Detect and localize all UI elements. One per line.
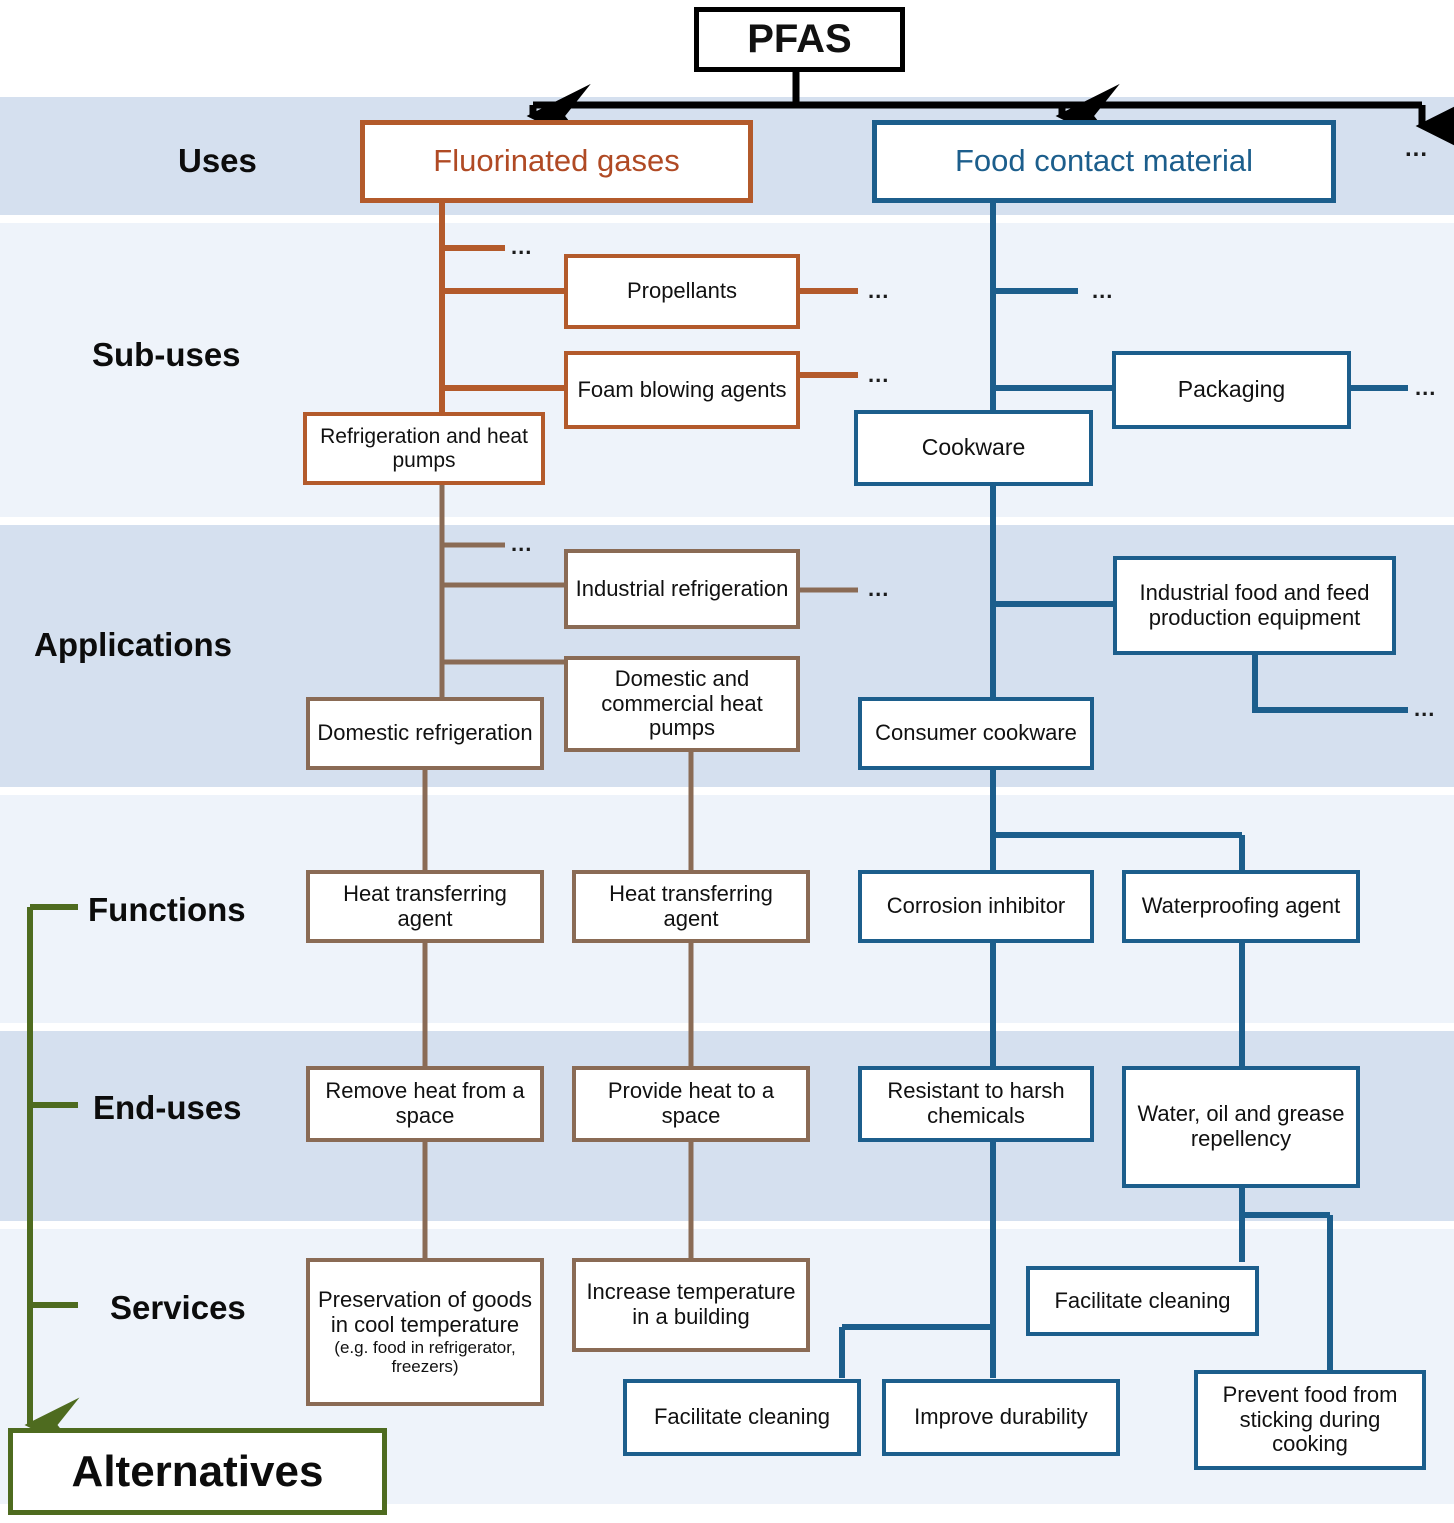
preservation-note-text: (e.g. food in refrigerator, freezers) [334,1337,516,1376]
node-facilitate-cleaning-right[interactable]: Facilitate cleaning [1026,1266,1259,1336]
node-alternatives[interactable]: Alternatives [8,1428,387,1515]
node-propellants[interactable]: Propellants [564,254,800,329]
ellipsis-industrial-refrigeration: ... [868,576,890,601]
node-resistant-to-harsh-chemicals[interactable]: Resistant to harsh chemicals [858,1066,1094,1142]
ellipsis-uses-right: ... [1405,135,1429,162]
node-refrigeration-and-heat-pumps[interactable]: Refrigeration and heat pumps [303,412,545,485]
row-label-uses: Uses [178,142,257,179]
ellipsis-propellants: ... [868,278,890,303]
node-waterproofing-agent[interactable]: Waterproofing agent [1122,870,1360,943]
node-domestic-and-commercial-heat-pumps[interactable]: Domestic and commercial heat pumps [564,656,800,752]
row-label-sub-uses: Sub-uses [92,336,241,373]
pfas-use-tree-diagram: PFAS Uses Fluorinated gases Food contact… [0,0,1454,1523]
node-pfas[interactable]: PFAS [694,7,905,72]
node-foam-blowing-agents[interactable]: Foam blowing agents [564,351,800,429]
node-cookware[interactable]: Cookware [854,410,1093,486]
node-domestic-refrigeration[interactable]: Domestic refrigeration [306,697,544,770]
node-heat-transferring-agent-2[interactable]: Heat transferring agent [572,870,810,943]
ellipsis-apps-gases: ... [511,531,533,556]
row-label-functions: Functions [88,891,246,928]
node-increase-temperature-in-a-building[interactable]: Increase temperature in a building [572,1258,810,1352]
row-label-services: Services [110,1289,246,1326]
node-remove-heat-from-a-space[interactable]: Remove heat from a space [306,1066,544,1142]
node-fluorinated-gases[interactable]: Fluorinated gases [360,120,753,203]
row-label-end-uses: End-uses [93,1089,242,1126]
node-packaging[interactable]: Packaging [1112,351,1351,429]
node-facilitate-cleaning-left[interactable]: Facilitate cleaning [623,1379,861,1456]
preservation-main-text: Preservation of goods in cool temperatur… [317,1287,533,1337]
node-water-oil-and-grease-repellency[interactable]: Water, oil and grease repellency [1122,1066,1360,1188]
ellipsis-packaging: ... [1415,375,1437,400]
ellipsis-foam-blowing: ... [868,362,890,387]
node-industrial-food-and-feed-production-equipment[interactable]: Industrial food and feed production equi… [1113,556,1396,655]
node-food-contact-material[interactable]: Food contact material [872,120,1336,203]
node-industrial-refrigeration[interactable]: Industrial refrigeration [564,549,800,629]
node-provide-heat-to-a-space[interactable]: Provide heat to a space [572,1066,810,1142]
node-heat-transferring-agent-1[interactable]: Heat transferring agent [306,870,544,943]
node-corrosion-inhibitor[interactable]: Corrosion inhibitor [858,870,1094,943]
node-preservation-of-goods-in-cool-temperature[interactable]: Preservation of goods in cool temperatur… [306,1258,544,1406]
ellipsis-fcm-subuse: ... [1092,278,1114,303]
row-label-applications: Applications [34,626,233,663]
ellipsis-industrial-food: ... [1414,696,1436,721]
node-consumer-cookware[interactable]: Consumer cookware [858,697,1094,770]
node-prevent-food-from-sticking-during-cooking[interactable]: Prevent food from sticking during cookin… [1194,1370,1426,1470]
ellipsis-gases-subuse: ... [511,234,533,259]
node-improve-durability[interactable]: Improve durability [882,1379,1120,1456]
